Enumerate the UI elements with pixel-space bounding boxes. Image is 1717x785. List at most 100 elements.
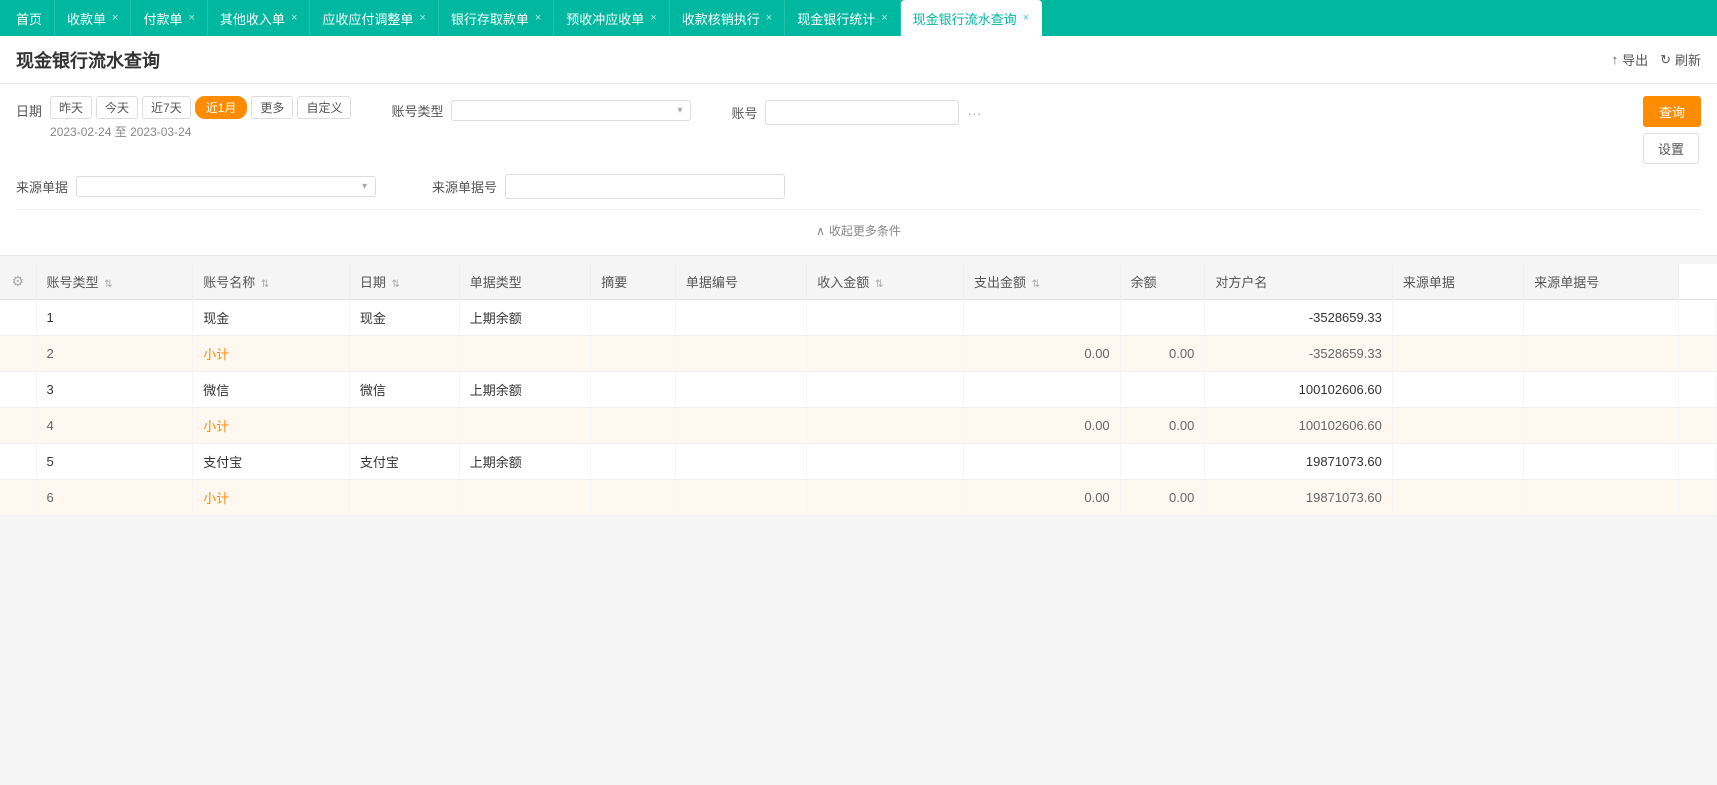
nav-adjustment[interactable]: 应收应付调整单 × [310, 0, 438, 36]
data-table: ⚙ 账号类型 ⇅ 账号名称 ⇅ 日期 ⇅ 单据类型 摘要 [0, 264, 1717, 516]
nav-prepayment[interactable]: 预收冲应收单 × [554, 0, 669, 36]
cell-counterparty [1392, 336, 1523, 372]
nav-cash-flow[interactable]: 现金银行流水查询 × [901, 0, 1042, 36]
close-icon[interactable]: × [188, 12, 194, 24]
account-input[interactable] [765, 100, 959, 125]
refresh-icon: ↻ [1660, 52, 1671, 68]
close-icon[interactable]: × [650, 12, 656, 24]
date-yesterday-btn[interactable]: 昨天 [50, 96, 92, 119]
col-settings[interactable]: ⚙ [0, 264, 36, 300]
col-expense[interactable]: 支出金额 ⇅ [963, 264, 1120, 300]
nav-cash-stat[interactable]: 现金银行统计 × [785, 0, 900, 36]
col-counterparty[interactable]: 对方户名 [1205, 264, 1393, 300]
date-7days-btn[interactable]: 近7天 [142, 96, 191, 119]
date-more-btn[interactable]: 更多 [251, 96, 293, 119]
cell-account-name [349, 480, 459, 516]
cell-income: 0.00 [963, 408, 1120, 444]
cell-summary [675, 408, 806, 444]
col-doc-type[interactable]: 单据类型 [459, 264, 590, 300]
col-source-doc[interactable]: 来源单据 [1392, 264, 1523, 300]
cell-date [459, 336, 590, 372]
table-row[interactable]: 4小计0.000.00100102606.60 [0, 408, 1717, 444]
row-settings [0, 480, 36, 516]
col-account-name[interactable]: 账号名称 ⇅ [193, 264, 350, 300]
row-index: 4 [36, 408, 193, 444]
cell-account-name [349, 336, 459, 372]
nav-bank-deposit[interactable]: 银行存取款单 × [439, 0, 554, 36]
account-type-label: 账号类型 [391, 101, 443, 120]
cell-summary [675, 336, 806, 372]
row-settings [0, 408, 36, 444]
col-source-doc-no[interactable]: 来源单据号 [1524, 264, 1679, 300]
close-icon[interactable]: × [535, 12, 541, 24]
close-icon[interactable]: × [766, 12, 772, 24]
date-label: 日期 [16, 96, 42, 120]
cell-balance: -3528659.33 [1205, 336, 1393, 372]
row-settings [0, 300, 36, 336]
table-row[interactable]: 6小计0.000.0019871073.60 [0, 480, 1717, 516]
table-row[interactable]: 2小计0.000.00-3528659.33 [0, 336, 1717, 372]
dots-icon[interactable]: ··· [967, 105, 981, 121]
source-doc-no-input[interactable] [505, 174, 785, 199]
row-index: 6 [36, 480, 193, 516]
table-row[interactable]: 3微信微信上期余额100102606.60 [0, 372, 1717, 408]
account-type-select[interactable]: ▾ [451, 100, 691, 121]
nav-home[interactable]: 首页 [4, 0, 55, 36]
source-doc-group: 来源单据 ▾ [16, 176, 376, 197]
cell-account-type: 支付宝 [193, 444, 350, 480]
col-doc-no[interactable]: 单据编号 [675, 264, 806, 300]
table-container: ⚙ 账号类型 ⇅ 账号名称 ⇅ 日期 ⇅ 单据类型 摘要 [0, 264, 1717, 516]
cell-source-doc-no [1679, 480, 1717, 516]
cell-source-doc-no [1679, 408, 1717, 444]
nav-payment[interactable]: 付款单 × [131, 0, 207, 36]
chevron-down-icon: ▾ [362, 181, 367, 192]
cell-balance: 19871073.60 [1205, 480, 1393, 516]
table-row[interactable]: 1现金现金上期余额-3528659.33 [0, 300, 1717, 336]
cell-doc-no [807, 408, 964, 444]
nav-receipt[interactable]: 收款单 × [55, 0, 131, 36]
collapse-icon: ∧ [816, 224, 825, 238]
col-income[interactable]: 收入金额 ⇅ [807, 264, 964, 300]
source-doc-select[interactable]: ▾ [76, 176, 376, 197]
close-icon[interactable]: × [112, 12, 118, 24]
cell-counterparty [1392, 372, 1523, 408]
table-row[interactable]: 5支付宝支付宝上期余额19871073.60 [0, 444, 1717, 480]
cell-source-doc [1524, 336, 1679, 372]
cell-source-doc-no [1679, 336, 1717, 372]
query-button[interactable]: 查询 [1643, 96, 1701, 127]
collapse-more-btn[interactable]: ∧ 收起更多条件 [16, 218, 1701, 243]
cell-account-type: 微信 [193, 372, 350, 408]
cell-doc-type [591, 444, 676, 480]
col-balance[interactable]: 余额 [1120, 264, 1205, 300]
cell-source-doc-no [1679, 300, 1717, 336]
sort-icon: ⇅ [104, 279, 112, 290]
close-icon[interactable]: × [1023, 12, 1029, 24]
nav-collection-exec[interactable]: 收款核销执行 × [670, 0, 785, 36]
cell-date [459, 480, 590, 516]
date-today-btn[interactable]: 今天 [96, 96, 138, 119]
close-icon[interactable]: × [881, 12, 887, 24]
date-1month-btn[interactable]: 近1月 [195, 96, 248, 119]
col-account-type[interactable]: 账号类型 ⇅ [36, 264, 193, 300]
cell-doc-type [591, 480, 676, 516]
close-icon[interactable]: × [419, 12, 425, 24]
cell-doc-no [807, 336, 964, 372]
cell-doc-no [807, 480, 964, 516]
table-header: ⚙ 账号类型 ⇅ 账号名称 ⇅ 日期 ⇅ 单据类型 摘要 [0, 264, 1717, 300]
cell-counterparty [1392, 444, 1523, 480]
date-custom-btn[interactable]: 自定义 [297, 96, 351, 119]
cell-summary [675, 444, 806, 480]
cell-counterparty [1392, 408, 1523, 444]
cell-balance: -3528659.33 [1205, 300, 1393, 336]
nav-other-income[interactable]: 其他收入单 × [208, 0, 310, 36]
col-date[interactable]: 日期 ⇅ [349, 264, 459, 300]
filter-area: 日期 昨天 今天 近7天 近1月 更多 自定义 2023-02-24 至 202… [0, 84, 1717, 256]
settings-icon[interactable]: ⚙ [11, 273, 24, 289]
refresh-button[interactable]: ↻ 刷新 [1660, 50, 1701, 69]
cell-income [963, 372, 1120, 408]
export-button[interactable]: ↑ 导出 [1612, 50, 1649, 69]
cell-summary [675, 300, 806, 336]
settings-button[interactable]: 设置 [1643, 133, 1699, 164]
close-icon[interactable]: × [291, 12, 297, 24]
col-summary[interactable]: 摘要 [591, 264, 676, 300]
